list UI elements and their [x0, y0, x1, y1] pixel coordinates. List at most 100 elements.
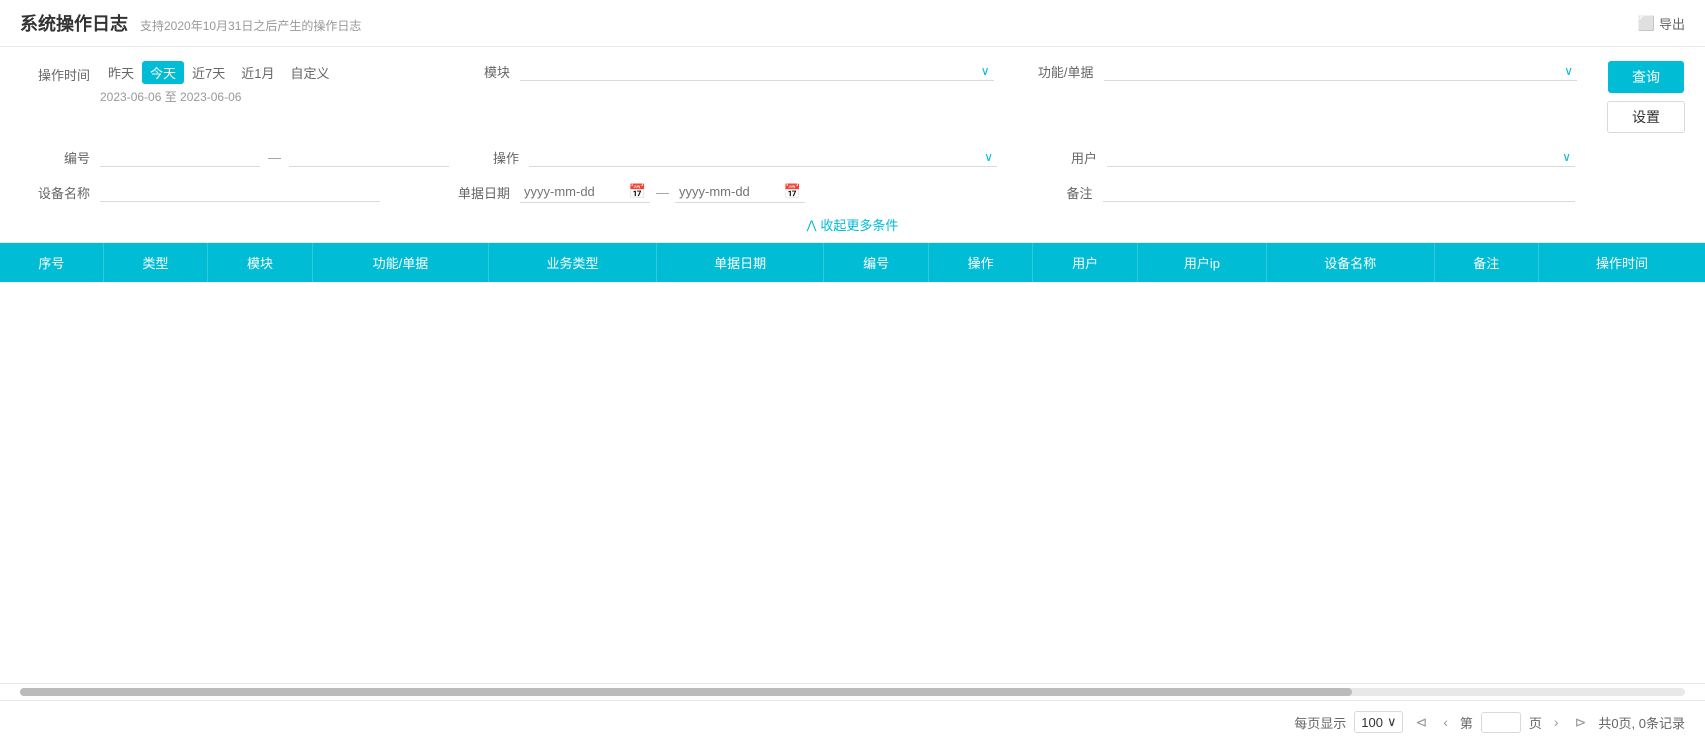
- page-size-value: 100: [1361, 715, 1383, 730]
- page-subtitle: 支持2020年10月31日之后产生的操作日志: [140, 17, 361, 34]
- page-size-arrow-icon: ∨: [1387, 714, 1397, 730]
- doc-date-to-input[interactable]: [679, 184, 784, 199]
- page-size-select[interactable]: 100 ∨: [1354, 711, 1403, 733]
- device-filter: 设备名称: [20, 182, 440, 202]
- number-dash: —: [268, 150, 281, 165]
- scrollbar-track[interactable]: [20, 688, 1685, 696]
- user-arrow-icon: ∨: [1562, 150, 1571, 164]
- number-from[interactable]: [104, 149, 256, 164]
- remark-label: 备注: [1023, 183, 1093, 202]
- time-btn-7days[interactable]: 近7天: [184, 61, 233, 84]
- time-range-text: 2023-06-06 至 2023-06-06: [100, 88, 338, 105]
- doc-date-from-input[interactable]: [524, 184, 629, 199]
- remark-filter: 备注: [1023, 182, 1576, 202]
- calendar-to-icon[interactable]: 📅: [784, 183, 801, 200]
- time-label: 操作时间: [20, 65, 90, 84]
- data-table: 序号类型模块功能/单据业务类型单据日期编号操作用户用户ip设备名称备注操作时间: [0, 243, 1705, 282]
- number-to-input[interactable]: [289, 147, 449, 167]
- collapse-button[interactable]: ⋀ 收起更多条件: [807, 215, 899, 234]
- module-label: 模块: [440, 62, 510, 81]
- number-filter: 编号 —: [20, 147, 449, 167]
- device-input-wrap[interactable]: [100, 182, 380, 202]
- remark-input-wrap[interactable]: [1103, 182, 1576, 202]
- number-from-input[interactable]: [100, 147, 260, 167]
- table-header-cell: 模块: [208, 243, 312, 282]
- table-header-cell: 用户: [1033, 243, 1137, 282]
- module-filter: 模块 ∨: [440, 61, 994, 81]
- page-title: 系统操作日志: [20, 10, 128, 36]
- time-btn-1month[interactable]: 近1月: [233, 61, 282, 84]
- table-header-cell: 类型: [103, 243, 207, 282]
- operation-filter: 操作 ∨: [449, 147, 997, 167]
- time-btn-custom[interactable]: 自定义: [283, 61, 338, 84]
- operation-dropdown[interactable]: ∨: [529, 147, 997, 167]
- time-options: 昨天 今天 近7天 近1月 自定义: [100, 61, 338, 84]
- scrollbar-area[interactable]: [0, 683, 1705, 700]
- doc-date-filter: 单据日期 📅 — 📅: [440, 181, 993, 203]
- function-label: 功能/单据: [1024, 62, 1094, 81]
- export-button[interactable]: ⬜ 导出: [1638, 14, 1685, 33]
- table-header-cell: 序号: [0, 243, 103, 282]
- calendar-from-icon[interactable]: 📅: [629, 183, 646, 200]
- filter-area: 操作时间 昨天 今天 近7天 近1月 自定义 2023-06-06 至 2023…: [0, 47, 1705, 243]
- device-input[interactable]: [104, 184, 376, 199]
- time-btn-yesterday[interactable]: 昨天: [100, 61, 142, 84]
- doc-date-dash: —: [656, 185, 669, 200]
- table-header-cell: 功能/单据: [312, 243, 488, 282]
- total-info: 共0页, 0条记录: [1598, 713, 1685, 732]
- page-unit: 页: [1529, 713, 1542, 732]
- table-header-row: 序号类型模块功能/单据业务类型单据日期编号操作用户用户ip设备名称备注操作时间: [0, 243, 1705, 282]
- function-arrow-icon: ∨: [1564, 64, 1573, 78]
- table-header-cell: 操作: [928, 243, 1032, 282]
- user-filter: 用户 ∨: [1027, 147, 1575, 167]
- remark-input[interactable]: [1107, 184, 1572, 199]
- page-size-label: 每页显示: [1294, 713, 1346, 732]
- prev-page-button[interactable]: ‹: [1439, 712, 1452, 732]
- module-arrow-icon: ∨: [981, 64, 990, 78]
- table-header-cell: 单据日期: [656, 243, 824, 282]
- table-header-cell: 编号: [824, 243, 928, 282]
- table-header-cell: 备注: [1434, 243, 1538, 282]
- number-label: 编号: [20, 148, 90, 167]
- number-to[interactable]: [293, 149, 445, 164]
- page-wrapper: 系统操作日志 支持2020年10月31日之后产生的操作日志 ⬜ 导出 操作时间 …: [0, 0, 1705, 743]
- collapse-row: ⋀ 收起更多条件: [0, 211, 1705, 242]
- operation-label: 操作: [449, 148, 519, 167]
- table-header-cell: 业务类型: [489, 243, 657, 282]
- function-filter: 功能/单据 ∨: [1024, 61, 1578, 81]
- function-input[interactable]: [1108, 63, 1561, 78]
- time-btn-today[interactable]: 今天: [142, 61, 184, 84]
- doc-date-from[interactable]: 📅: [520, 181, 650, 203]
- header-left: 系统操作日志 支持2020年10月31日之后产生的操作日志: [20, 10, 361, 36]
- next-page-button[interactable]: ›: [1550, 712, 1563, 732]
- query-button[interactable]: 查询: [1608, 61, 1684, 93]
- setting-button[interactable]: 设置: [1607, 101, 1685, 133]
- action-buttons: 查询 设置: [1607, 61, 1685, 133]
- user-dropdown[interactable]: ∨: [1107, 147, 1575, 167]
- page-header: 系统操作日志 支持2020年10月31日之后产生的操作日志 ⬜ 导出: [0, 0, 1705, 47]
- user-input[interactable]: [1111, 149, 1558, 164]
- operation-input[interactable]: [533, 149, 980, 164]
- doc-date-to[interactable]: 📅: [675, 181, 805, 203]
- table-header: 序号类型模块功能/单据业务类型单据日期编号操作用户用户ip设备名称备注操作时间: [0, 243, 1705, 282]
- scrollbar-thumb[interactable]: [20, 688, 1352, 696]
- function-dropdown[interactable]: ∨: [1104, 61, 1578, 81]
- table-header-cell: 用户ip: [1137, 243, 1266, 282]
- table-area: 序号类型模块功能/单据业务类型单据日期编号操作用户用户ip设备名称备注操作时间: [0, 243, 1705, 483]
- export-label: 导出: [1659, 14, 1685, 33]
- export-icon: ⬜: [1638, 15, 1655, 32]
- user-label: 用户: [1027, 148, 1097, 167]
- device-label: 设备名称: [20, 183, 90, 202]
- first-page-button[interactable]: ⊲: [1411, 712, 1431, 733]
- operation-arrow-icon: ∨: [984, 150, 993, 164]
- pagination-area: 每页显示 100 ∨ ⊲ ‹ 第 1 页 › ⊳ 共0页, 0条记录: [0, 700, 1705, 743]
- doc-date-label: 单据日期: [440, 183, 510, 202]
- last-page-button[interactable]: ⊳: [1571, 712, 1591, 733]
- table-header-cell: 操作时间: [1539, 243, 1705, 282]
- collapse-chevron-icon: ⋀: [807, 218, 817, 232]
- table-header-cell: 设备名称: [1266, 243, 1434, 282]
- module-input[interactable]: [524, 63, 977, 78]
- module-dropdown[interactable]: ∨: [520, 61, 994, 81]
- empty-area: [0, 483, 1705, 684]
- page-number-input[interactable]: 1: [1481, 712, 1521, 733]
